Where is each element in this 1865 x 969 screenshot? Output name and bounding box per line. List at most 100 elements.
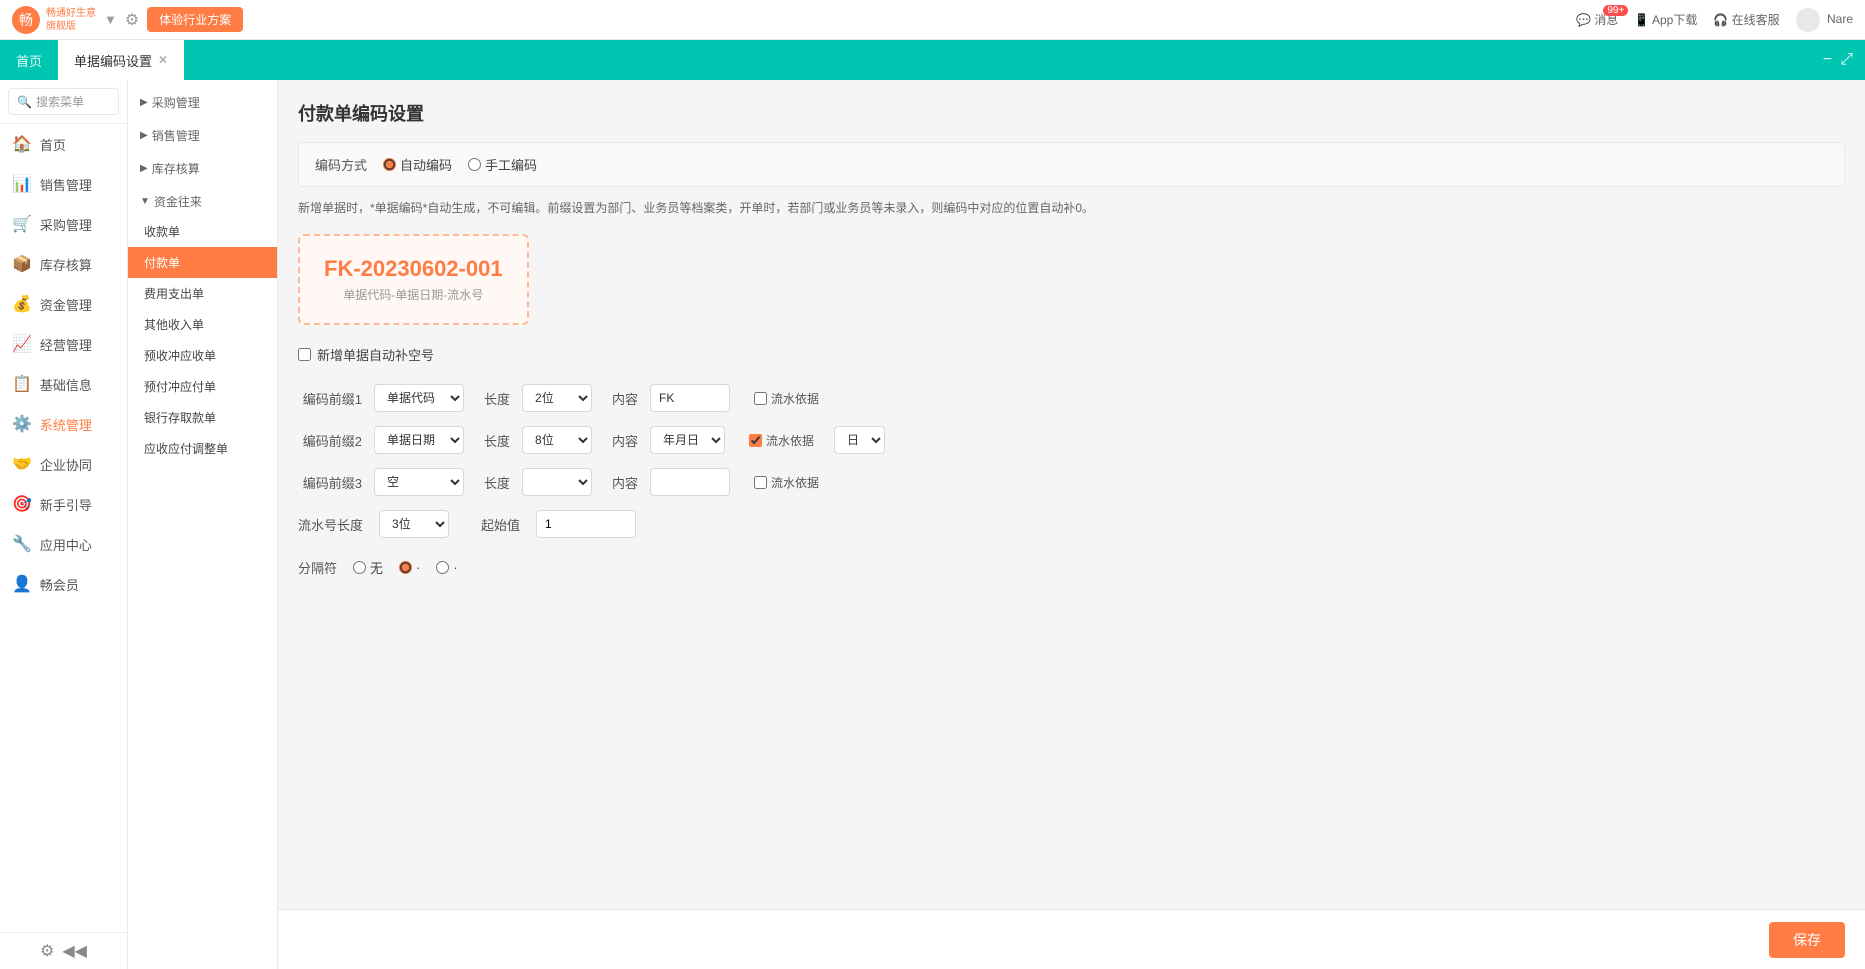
enterprise-icon: 🤝 xyxy=(12,454,32,474)
prefix-row-3: 编码前缀3 空 单据代码 单据日期 部门 业务员 长度 内容 流水依据 xyxy=(298,468,1845,496)
stream3-checkbox[interactable] xyxy=(754,476,767,489)
search-button[interactable]: 🔍 搜索菜单 xyxy=(8,88,119,115)
encoding-label: 编码方式 xyxy=(315,155,367,174)
sub-header-purchase-label: 采购管理 xyxy=(152,94,200,111)
stream2-day-select[interactable]: 日 月 年 xyxy=(834,426,885,454)
sidebar-item-sales[interactable]: 📊 销售管理 xyxy=(0,164,127,204)
prefix2-select[interactable]: 单据日期 单据代码 部门 业务员 空 xyxy=(374,426,464,454)
sidebar-label-purchase: 采购管理 xyxy=(40,215,92,234)
collapse-icon[interactable]: ◀◀ xyxy=(62,941,87,961)
sub-header-purchase[interactable]: ▶ 采购管理 xyxy=(128,88,277,117)
close-tab-icon[interactable]: ✕ xyxy=(158,53,168,67)
sidebar-item-system[interactable]: ⚙️ 系统管理 xyxy=(0,404,127,444)
tab-home[interactable]: 首页 xyxy=(0,40,58,80)
stream2-checkbox-label[interactable]: 流水依据 xyxy=(749,432,814,449)
sub-header-sales[interactable]: ▶ 销售管理 xyxy=(128,121,277,150)
sub-item-expense[interactable]: 费用支出单 xyxy=(128,278,277,309)
auto-encoding-label: 自动编码 xyxy=(400,155,452,174)
stream3-checkbox-label[interactable]: 流水依据 xyxy=(754,474,819,491)
online-service[interactable]: 🎧 在线客服 xyxy=(1713,11,1779,28)
sep-label: 分隔符 xyxy=(298,558,337,577)
sep-dot-option[interactable]: · xyxy=(399,560,420,575)
sidebar: 🔍 搜索菜单 🏠 首页 📊 销售管理 🛒 采购管理 📦 库存核算 💰 资金管理 … xyxy=(0,80,128,969)
maximize-icon[interactable]: ⤢ xyxy=(1840,51,1853,69)
settings-icon[interactable]: ⚙ xyxy=(125,10,139,30)
nav-bar-right: − ⤢ xyxy=(1823,51,1865,69)
sidebar-item-app-center[interactable]: 🔧 应用中心 xyxy=(0,524,127,564)
top-bar-left: 畅 畅通好生意 旗舰版 ▼ ⚙ 体验行业方案 xyxy=(12,6,243,34)
sep-dot2-option[interactable]: · xyxy=(436,560,457,575)
sub-item-payment[interactable]: 付款单 xyxy=(128,247,277,278)
sub-header-capital[interactable]: ▼ 资金往来 xyxy=(128,187,277,216)
sidebar-item-finance[interactable]: 💰 资金管理 xyxy=(0,284,127,324)
basic-info-icon: 📋 xyxy=(12,374,32,394)
prefix3-select[interactable]: 空 单据代码 单据日期 部门 业务员 xyxy=(374,468,464,496)
top-bar-right: 💬 消息 99+ 📱 App下载 🎧 在线客服 Nare xyxy=(1576,8,1853,32)
sidebar-item-member[interactable]: 👤 畅会员 xyxy=(0,564,127,604)
sidebar-label-basic-info: 基础信息 xyxy=(40,375,92,394)
sub-item-ar-ap-adjust[interactable]: 应收应付调整单 xyxy=(128,433,277,464)
sub-item-bank-deposit[interactable]: 银行存取款单 xyxy=(128,402,277,433)
manual-encoding-option[interactable]: 手工编码 xyxy=(468,155,537,174)
sub-header-inventory[interactable]: ▶ 库存核算 xyxy=(128,154,277,183)
save-button[interactable]: 保存 xyxy=(1769,922,1845,958)
dropdown-arrow-icon[interactable]: ▼ xyxy=(104,12,117,27)
sep-none-option[interactable]: 无 xyxy=(353,558,383,577)
auto-fill-checkbox[interactable] xyxy=(298,348,311,361)
auto-encoding-option[interactable]: 自动编码 xyxy=(383,155,452,174)
length1-select[interactable]: 2位 xyxy=(522,384,592,412)
stream1-checkbox-label[interactable]: 流水依据 xyxy=(754,390,819,407)
sidebar-item-basic-info[interactable]: 📋 基础信息 xyxy=(0,364,127,404)
app-download[interactable]: 📱 App下载 xyxy=(1634,11,1697,28)
headset-icon: 🎧 xyxy=(1713,13,1728,27)
sidebar-item-inventory[interactable]: 📦 库存核算 xyxy=(0,244,127,284)
sidebar-item-enterprise[interactable]: 🤝 企业协同 xyxy=(0,444,127,484)
bottom-bar: 保存 xyxy=(278,909,1865,969)
sidebar-item-purchase[interactable]: 🛒 采购管理 xyxy=(0,204,127,244)
content3-input[interactable] xyxy=(650,468,730,496)
sidebar-item-guide[interactable]: 🎯 新手引导 xyxy=(0,484,127,524)
search-icon: 🔍 xyxy=(17,95,32,109)
message-area[interactable]: 💬 消息 99+ xyxy=(1576,11,1618,28)
start-input[interactable] xyxy=(536,510,636,538)
settings-bottom-icon[interactable]: ⚙ xyxy=(40,941,54,961)
user-info[interactable]: Nare xyxy=(1796,8,1853,32)
serial-select[interactable]: 3位 4位 5位 xyxy=(379,510,449,538)
page-title: 付款单编码设置 xyxy=(298,100,1845,126)
content1-input[interactable] xyxy=(650,384,730,412)
sep-none-radio[interactable] xyxy=(353,561,366,574)
sub-item-other-income[interactable]: 其他收入单 xyxy=(128,309,277,340)
sidebar-label-enterprise: 企业协同 xyxy=(40,455,92,474)
operations-icon: 📈 xyxy=(12,334,32,354)
prefix1-select[interactable]: 单据代码 单据日期 部门 业务员 空 xyxy=(374,384,464,412)
sub-item-receipt[interactable]: 收款单 xyxy=(128,216,277,247)
sub-item-advance-offset[interactable]: 预付冲应付单 xyxy=(128,371,277,402)
avatar xyxy=(1796,8,1820,32)
sidebar-item-home[interactable]: 🏠 首页 xyxy=(0,124,127,164)
sidebar-label-app-center: 应用中心 xyxy=(40,535,92,554)
minimize-icon[interactable]: − xyxy=(1823,51,1832,69)
content2-select[interactable]: 年月日 年月 年 xyxy=(650,426,725,454)
length3-select[interactable] xyxy=(522,468,592,496)
arrow-down-icon: ▼ xyxy=(140,196,150,207)
sep-dot-radio[interactable] xyxy=(399,561,412,574)
length2-select[interactable]: 8位 xyxy=(522,426,592,454)
guide-icon: 🎯 xyxy=(12,494,32,514)
sidebar-label-sales: 销售管理 xyxy=(40,175,92,194)
sub-group-purchase: ▶ 采购管理 xyxy=(128,88,277,117)
manual-encoding-radio[interactable] xyxy=(468,158,481,171)
tab-code-settings[interactable]: 单据编码设置 ✕ xyxy=(58,40,184,80)
sidebar-item-operations[interactable]: 📈 经营管理 xyxy=(0,324,127,364)
sep-dot2-radio[interactable] xyxy=(436,561,449,574)
prefix-row-2: 编码前缀2 单据日期 单据代码 部门 业务员 空 长度 8位 内容 年月日 年月… xyxy=(298,426,1845,454)
try-button[interactable]: 体验行业方案 xyxy=(147,7,243,32)
sub-header-capital-label: 资金往来 xyxy=(154,193,202,210)
sep-dot2-label: · xyxy=(453,560,457,575)
sub-item-prepay-offset[interactable]: 预收冲应收单 xyxy=(128,340,277,371)
stream2-checkbox[interactable] xyxy=(749,434,762,447)
auto-encoding-radio[interactable] xyxy=(383,158,396,171)
content-area: 付款单编码设置 编码方式 自动编码 手工编码 新增单据时，*单据编码*自动生成，… xyxy=(278,80,1865,969)
stream1-checkbox[interactable] xyxy=(754,392,767,405)
logo: 畅 畅通好生意 旗舰版 xyxy=(12,6,96,34)
sub-group-inventory: ▶ 库存核算 xyxy=(128,154,277,183)
